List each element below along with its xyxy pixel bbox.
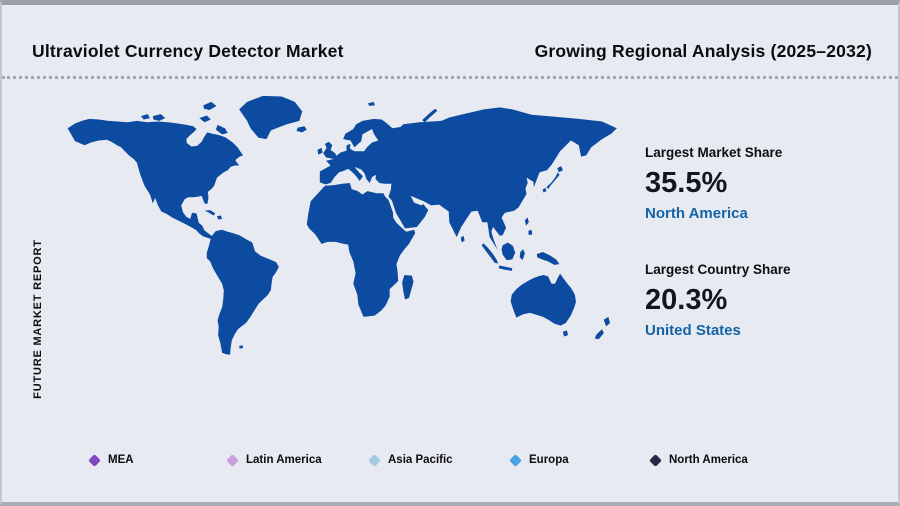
report-frame: Ultraviolet Currency Detector Market Gro… bbox=[0, 0, 900, 506]
continents bbox=[67, 95, 617, 355]
stat-value: 35.5% bbox=[645, 167, 728, 199]
stat-region: United States bbox=[645, 322, 741, 339]
legend-item-north-america: North America bbox=[649, 453, 748, 467]
legend-item-latin-america: Latin America bbox=[226, 453, 322, 467]
legend-label: North America bbox=[669, 454, 748, 466]
legend-item-europa: Europa bbox=[509, 453, 569, 467]
legend-item-mea: MEA bbox=[88, 453, 134, 467]
legend-item-asia-pacific: Asia Pacific bbox=[368, 453, 453, 467]
world-map-svg bbox=[67, 95, 617, 355]
stat-region: North America bbox=[645, 205, 748, 222]
diamond-marker-icon bbox=[88, 453, 101, 467]
brand-watermark: FUTURE MARKET REPORT bbox=[32, 239, 44, 399]
diamond-marker-icon bbox=[368, 453, 381, 467]
stat-label: Largest Country Share bbox=[645, 262, 791, 277]
stat-value: 20.3% bbox=[645, 284, 728, 316]
stat-label: Largest Market Share bbox=[645, 145, 783, 160]
page-title: Ultraviolet Currency Detector Market bbox=[32, 41, 344, 61]
diamond-marker-icon bbox=[226, 453, 239, 467]
map-legend: MEA Latin America Asia Pacific Europa No… bbox=[2, 453, 898, 474]
stat-country-share: Largest Country Share 20.3% United State… bbox=[645, 262, 895, 339]
world-map bbox=[50, 83, 618, 421]
legend-label: Europa bbox=[529, 454, 569, 466]
legend-label: MEA bbox=[108, 454, 134, 466]
legend-label: Asia Pacific bbox=[388, 454, 453, 466]
stat-market-share: Largest Market Share 35.5% North America bbox=[645, 145, 895, 222]
diamond-marker-icon bbox=[649, 453, 662, 467]
diamond-marker-icon bbox=[509, 453, 522, 467]
page-subtitle: Growing Regional Analysis (2025–2032) bbox=[534, 41, 872, 61]
header: Ultraviolet Currency Detector Market Gro… bbox=[2, 5, 898, 79]
stats-panel: Largest Market Share 35.5% North America… bbox=[645, 145, 895, 379]
legend-label: Latin America bbox=[246, 454, 322, 466]
